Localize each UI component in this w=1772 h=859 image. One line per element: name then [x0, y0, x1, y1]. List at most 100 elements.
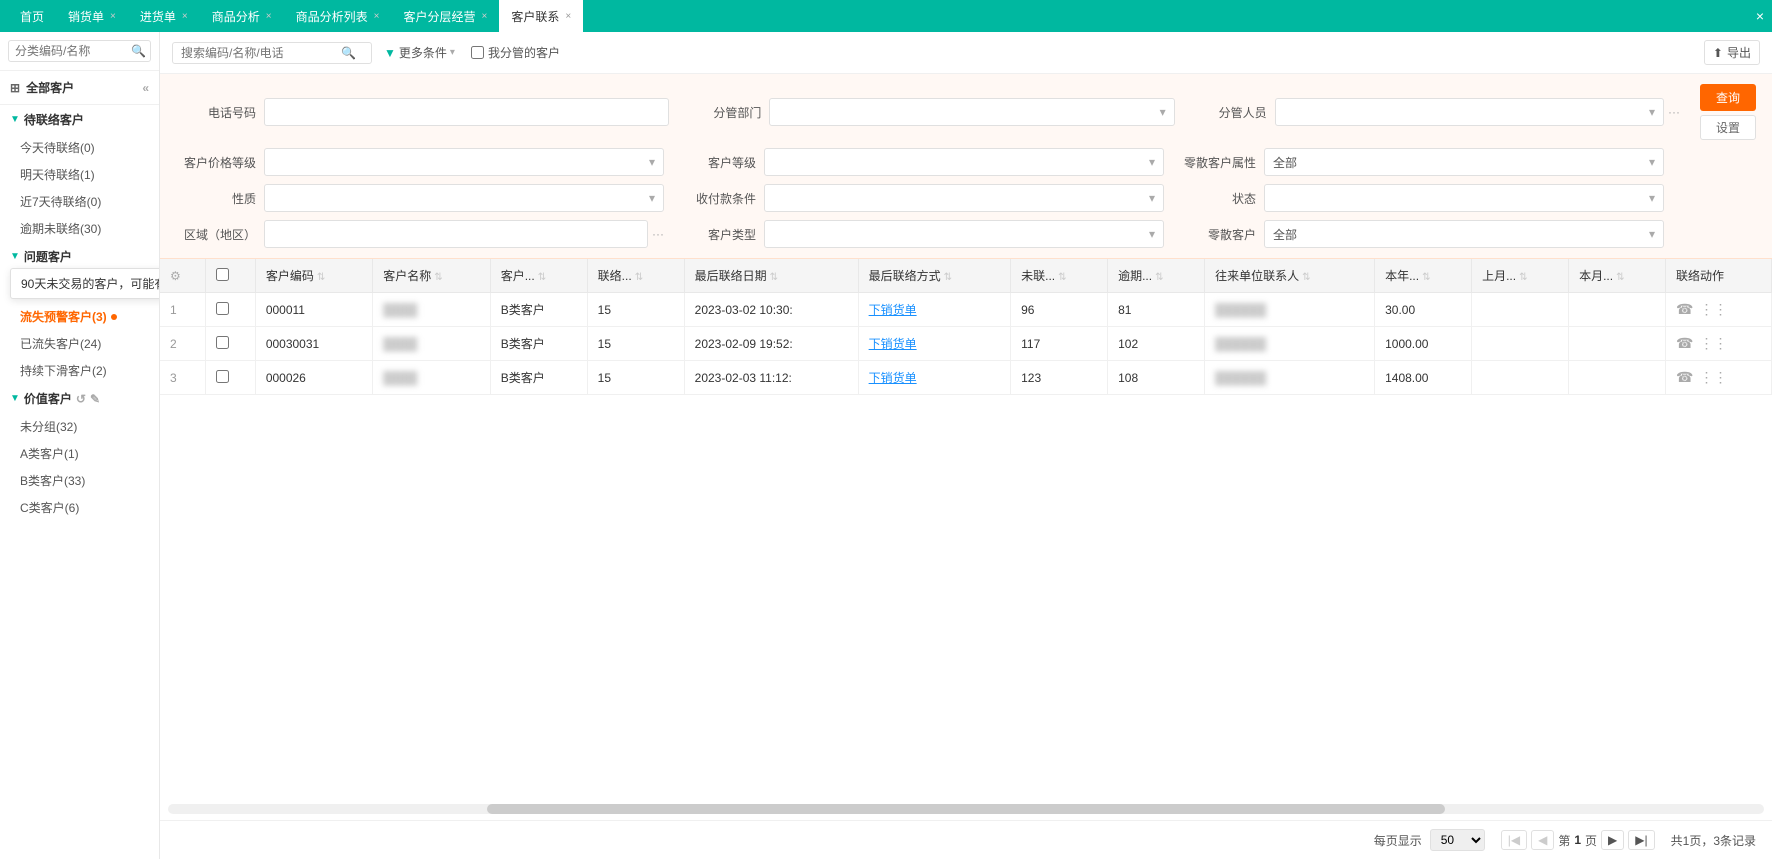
close-sales-tab[interactable]: × [110, 11, 116, 22]
sidebar-item-overdue-contact[interactable]: 逾期未联络(30) [0, 215, 159, 242]
sidebar-group-value: ▼ 价值客户 ↺ ✎ 未分组(32) A类客户(1) B类客户(33) C类客户… [0, 384, 159, 521]
sidebar-item-7days[interactable]: 近7天待联络(0) [0, 188, 159, 215]
sidebar-item-declining[interactable]: 持续下滑客户(2) [0, 357, 159, 384]
export-button[interactable]: ⬆ 导出 [1704, 40, 1760, 65]
filter-payment-select[interactable]: ▾ [764, 184, 1164, 212]
row-select-checkbox[interactable] [216, 336, 229, 349]
filter-status-label: 状态 [1176, 190, 1256, 207]
sidebar-group-value-title[interactable]: ▼ 价值客户 ↺ ✎ [0, 384, 159, 413]
filter-manager-dots[interactable]: ··· [1668, 105, 1680, 119]
row-checkbox [206, 327, 256, 361]
row-last-method[interactable]: 下销货单 [858, 293, 1011, 327]
action-phone-icon[interactable]: ☎ [1676, 335, 1693, 352]
action-more-icon[interactable]: ⋮⋮ [1700, 301, 1728, 318]
close-customer-tier-tab[interactable]: × [481, 11, 487, 22]
sidebar-item-today[interactable]: 今天待联络(0) [0, 134, 159, 161]
next-page-button[interactable]: ▶ [1601, 830, 1624, 850]
tab-home[interactable]: 首页 [8, 0, 56, 32]
filter-customer-grade-select[interactable]: ▾ [764, 148, 1164, 176]
select-all-checkbox[interactable] [216, 268, 229, 281]
sort-last-month-icon: ⇅ [1519, 272, 1527, 283]
filter-nature-select[interactable]: ▾ [264, 184, 664, 212]
row-name: ████ [373, 361, 490, 395]
action-more-icon[interactable]: ⋮⋮ [1700, 335, 1728, 352]
filter-customer-grade: 客户等级 ▾ [676, 148, 1164, 176]
row-num: 1 [160, 293, 206, 327]
sidebar-item-tomorrow[interactable]: 明天待联络(1) [0, 161, 159, 188]
col-settings[interactable]: ⚙ [160, 259, 206, 293]
table-settings-icon[interactable]: ⚙ [170, 269, 181, 283]
filter-region-dots[interactable]: ··· [652, 227, 664, 241]
filter-status-select[interactable]: ▾ [1264, 184, 1664, 212]
row-select-checkbox[interactable] [216, 302, 229, 315]
row-last-date: 2023-02-03 11:12: [684, 361, 858, 395]
horizontal-scrollbar[interactable] [160, 798, 1772, 820]
config-icon[interactable]: ✎ [90, 392, 100, 406]
sidebar-item-class-a[interactable]: A类客户(1) [0, 440, 159, 467]
prev-page-button[interactable]: ◀ [1531, 830, 1554, 850]
toolbar-search-button[interactable]: 🔍 [341, 46, 356, 60]
filter-customer-type-label: 客户类型 [676, 226, 756, 243]
per-page-label: 每页显示 [1374, 832, 1422, 849]
export-icon: ⬆ [1713, 46, 1723, 60]
scatter-customer-arrow-icon: ▾ [1649, 227, 1655, 241]
sidebar-item-class-c[interactable]: C类客户(6) [0, 494, 159, 521]
filter-phone-input[interactable] [264, 98, 669, 126]
tab-analysis-list[interactable]: 商品分析列表 × [284, 0, 392, 32]
sidebar-item-class-b[interactable]: B类客户(33) [0, 467, 159, 494]
close-analysis-list-tab[interactable]: × [374, 11, 380, 22]
action-phone-icon[interactable]: ☎ [1676, 369, 1693, 386]
filter-region-label: 区域（地区） [176, 226, 256, 243]
sort-name-icon: ⇅ [434, 272, 442, 283]
filter-scatter-attr-select[interactable]: 全部▾ [1264, 148, 1664, 176]
sidebar-group-problem-title[interactable]: ▼ 问题客户 [0, 242, 159, 271]
filter-region-select[interactable] [264, 220, 648, 248]
row-overdue: 108 [1108, 361, 1205, 395]
row-select-checkbox[interactable] [216, 370, 229, 383]
settings-button[interactable]: 设置 [1700, 115, 1756, 140]
filter-scatter-customer-select[interactable]: 全部▾ [1264, 220, 1664, 248]
filter-dept-select[interactable]: ▾ [769, 98, 1174, 126]
tab-sales[interactable]: 销货单 × [56, 0, 128, 32]
sidebar-item-churn-warning[interactable]: 流失预警客户(3) [0, 303, 159, 330]
last-page-button[interactable]: ▶| [1628, 830, 1654, 850]
close-analysis-tab[interactable]: × [266, 11, 272, 22]
row-last-method[interactable]: 下销货单 [858, 361, 1011, 395]
row-action: ☎ ⋮⋮ [1666, 293, 1772, 327]
sidebar-all-customers[interactable]: ⊞ 全部客户 « [0, 71, 159, 105]
toolbar-search-input[interactable] [181, 46, 341, 60]
tab-customer-tier[interactable]: 客户分层经营 × [391, 0, 499, 32]
row-type: B类客户 [490, 361, 587, 395]
action-phone-icon[interactable]: ☎ [1676, 301, 1693, 318]
filter-price-grade-select[interactable]: ▾ [264, 148, 664, 176]
price-grade-arrow-icon: ▾ [649, 155, 655, 169]
action-more-icon[interactable]: ⋮⋮ [1700, 369, 1728, 386]
row-last-month [1472, 361, 1569, 395]
dept-arrow-icon: ▾ [1160, 105, 1166, 119]
toolbar-filter-button[interactable]: ▼ 更多条件 ▾ [384, 44, 455, 61]
sidebar-group-pending-title[interactable]: ▼ 待联络客户 [0, 105, 159, 134]
my-customers-checkbox-input[interactable] [471, 46, 484, 59]
query-button[interactable]: 查询 [1700, 84, 1756, 111]
filter-scatter-customer: 零散客户 全部▾ [1176, 220, 1664, 248]
sidebar-item-churned[interactable]: 已流失客户(24) [0, 330, 159, 357]
close-customer-contact-tab[interactable]: × [565, 11, 571, 22]
tab-analysis[interactable]: 商品分析 × [200, 0, 284, 32]
collapse-icon: « [142, 81, 149, 95]
sidebar-search-input[interactable] [8, 40, 151, 62]
per-page-select[interactable]: 50 100 200 [1430, 829, 1485, 851]
funnel-icon: ▼ [384, 46, 396, 60]
tab-purchase[interactable]: 进货单 × [128, 0, 200, 32]
filter-manager-select[interactable]: ▾ [1275, 98, 1664, 126]
first-page-button[interactable]: |◀ [1501, 830, 1527, 850]
close-all-button[interactable]: × [1756, 8, 1764, 24]
col-contact: 联络...⇅ [587, 259, 684, 293]
row-last-method[interactable]: 下销货单 [858, 327, 1011, 361]
sort-last-date-icon: ⇅ [770, 272, 778, 283]
close-purchase-tab[interactable]: × [182, 11, 188, 22]
edit-icon[interactable]: ↺ [76, 392, 86, 406]
filter-customer-type-select[interactable]: ▾ [764, 220, 1164, 248]
filter-chevron-icon: ▾ [450, 47, 455, 58]
sidebar-item-ungrouped[interactable]: 未分组(32) [0, 413, 159, 440]
tab-customer-contact[interactable]: 客户联系 × [499, 0, 583, 32]
